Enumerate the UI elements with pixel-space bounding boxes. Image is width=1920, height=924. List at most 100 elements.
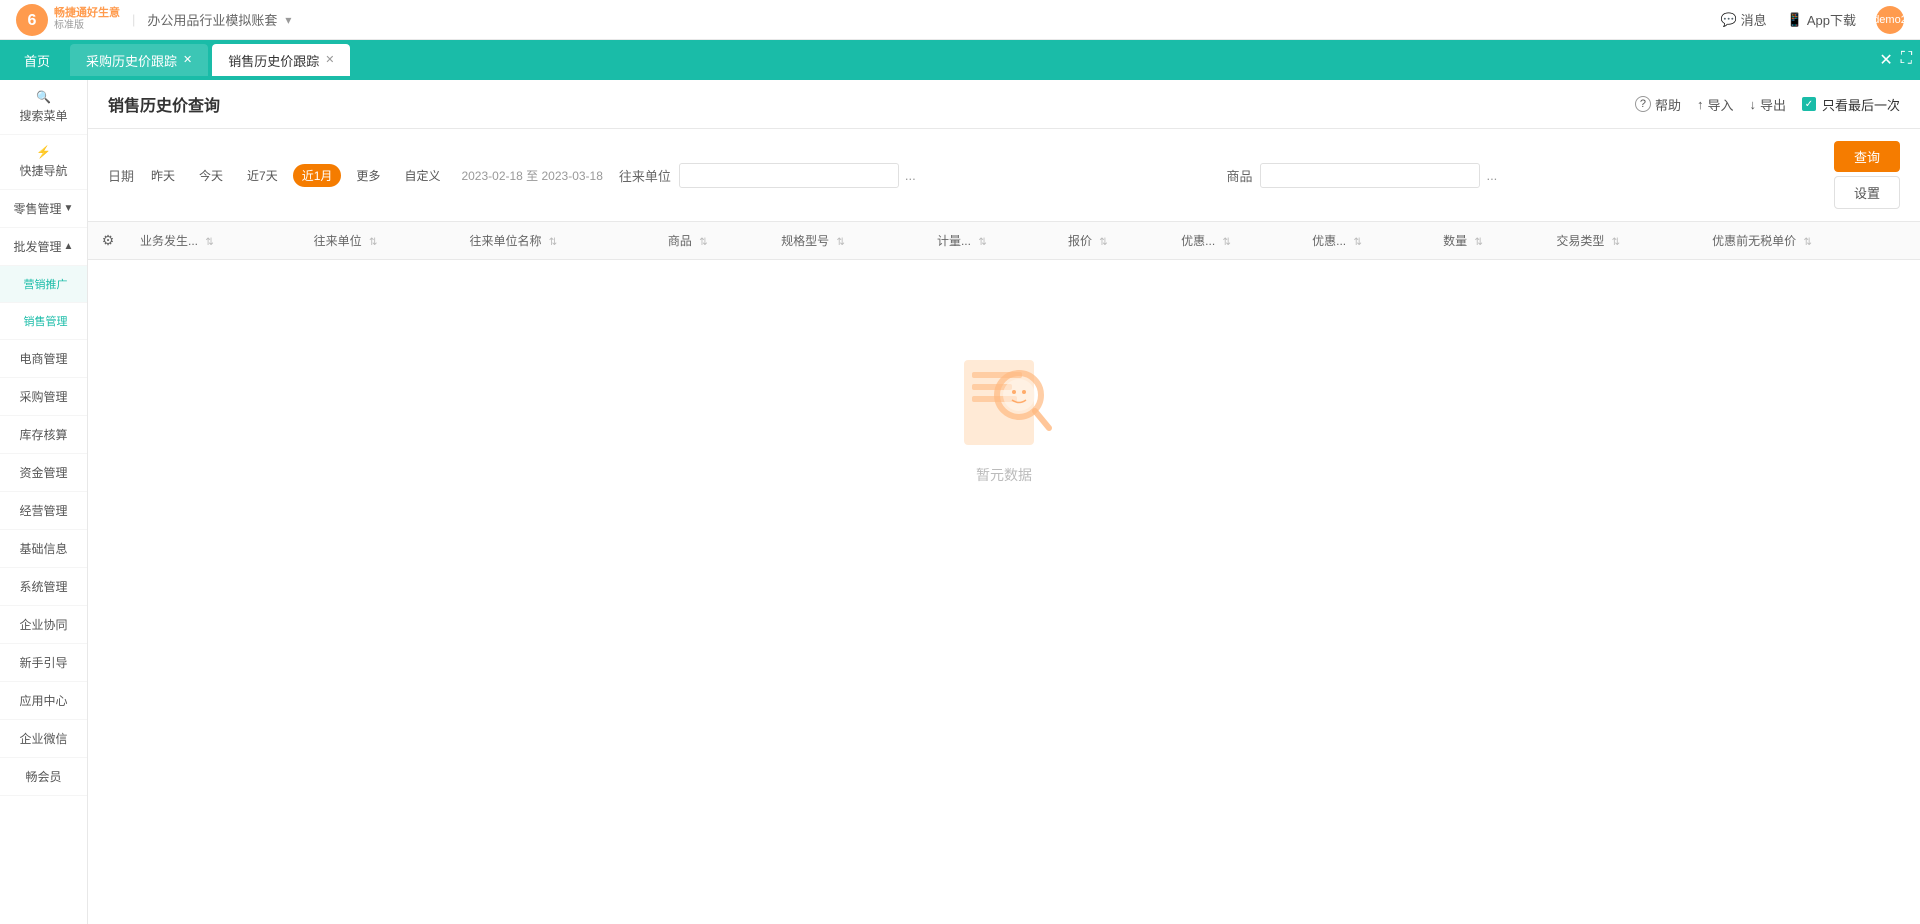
data-table: ⚙ 业务发生... ⇅ 往来单位 ⇅ 往来单位名称 ⇅ (88, 222, 1920, 565)
sort-discount2-icon: ⇅ (1353, 237, 1361, 248)
th-pre-tax[interactable]: 优惠前无税单价 ⇅ (1700, 222, 1920, 260)
logo-area: 6 畅捷通好生意 标准版 (16, 4, 120, 36)
wholesale-arrow-icon: ▲ (64, 241, 74, 252)
sidebar-item-enterprise[interactable]: 企业协同 (0, 606, 87, 644)
sort-customer-id-icon: ⇅ (369, 237, 377, 248)
import-button[interactable]: ↑ 导入 (1697, 95, 1734, 114)
sort-unit-icon: ⇅ (978, 237, 986, 248)
th-biz-date[interactable]: 业务发生... ⇅ (128, 222, 302, 260)
breadcrumb: 办公用品行业模拟账套 (147, 10, 277, 29)
help-button[interactable]: ? 帮助 (1635, 95, 1681, 114)
tab-purchase[interactable]: 采购历史价跟踪 ✕ (70, 44, 208, 76)
import-icon: ↑ (1697, 97, 1704, 112)
sort-customer-name-icon: ⇅ (549, 237, 557, 248)
message-action[interactable]: 💬 消息 (1720, 10, 1766, 29)
sidebar-item-sales-mgmt[interactable]: 销售管理 (0, 303, 87, 340)
product-input[interactable] (1260, 163, 1480, 188)
sidebar-item-finance[interactable]: 资金管理 (0, 454, 87, 492)
sidebar-item-app-center[interactable]: 应用中心 (0, 682, 87, 720)
maximize-icon[interactable]: ⛶ (1901, 50, 1912, 70)
page-title-row: 销售历史价查询 ? 帮助 ↑ 导入 ↓ 导出 (108, 92, 1900, 116)
customer-dots-icon[interactable]: ... (899, 168, 922, 183)
product-dots-icon[interactable]: ... (1480, 168, 1503, 183)
th-gear[interactable]: ⚙ (88, 222, 128, 260)
th-quantity[interactable]: 数量 ⇅ (1431, 222, 1544, 260)
th-customer-id[interactable]: 往来单位 ⇅ (302, 222, 458, 260)
app-name: 畅捷通好生意 标准版 (54, 7, 120, 32)
tab-bar: 首页 采购历史价跟踪 ✕ 销售历史价跟踪 ✕ ✕ ⛶ (0, 40, 1920, 80)
sidebar-item-ecommerce[interactable]: 电商管理 (0, 340, 87, 378)
date-btn-1month[interactable]: 近1月 (293, 164, 342, 187)
sort-biz-date-icon: ⇅ (205, 237, 213, 248)
tab-purchase-label: 采购历史价跟踪 (86, 51, 177, 70)
page-header: 销售历史价查询 ? 帮助 ↑ 导入 ↓ 导出 (88, 80, 1920, 129)
th-product[interactable]: 商品 ⇅ (656, 222, 769, 260)
sidebar-item-shortcuts[interactable]: ⚡ 快捷导航 (0, 135, 87, 190)
close-window-icon[interactable]: ✕ (1879, 50, 1892, 70)
export-button[interactable]: ↓ 导出 (1749, 95, 1786, 114)
empty-text: 暂元数据 (976, 465, 1032, 485)
only-last-checkbox-wrap[interactable]: ✓ 只看最后一次 (1802, 95, 1900, 114)
empty-row: 暂元数据 (88, 260, 1920, 566)
help-icon: ? (1635, 96, 1651, 112)
filter-row: 日期 昨天 今天 近7天 近1月 更多 自定义 2023-02-18 至 202… (88, 129, 1920, 222)
check-icon: ✓ (1805, 99, 1813, 110)
date-btn-custom[interactable]: 自定义 (395, 164, 449, 187)
tab-purchase-close-icon[interactable]: ✕ (183, 55, 192, 66)
tab-sales-close-icon[interactable]: ✕ (325, 55, 334, 66)
sidebar-item-search[interactable]: 🔍 搜索菜单 (0, 80, 87, 135)
header-left: 6 畅捷通好生意 标准版 | 办公用品行业模拟账套 ▾ (16, 4, 291, 36)
sidebar-item-operations[interactable]: 经营管理 (0, 492, 87, 530)
page-title: 销售历史价查询 (108, 92, 220, 116)
sidebar-item-inventory[interactable]: 库存核算 (0, 416, 87, 454)
tab-home[interactable]: 首页 (8, 44, 66, 76)
customer-input[interactable] (679, 163, 899, 188)
date-btn-7days[interactable]: 近7天 (238, 164, 287, 187)
th-discount2[interactable]: 优惠... ⇅ (1300, 222, 1431, 260)
settings-button[interactable]: 设置 (1834, 176, 1900, 209)
sidebar-item-marketing[interactable]: 营销推广 (0, 266, 87, 303)
sidebar: 🔍 搜索菜单 ⚡ 快捷导航 零售管理 ▼ 批发管理 ▲ 营销推广 销售管理 电商… (0, 80, 88, 924)
export-icon: ↓ (1749, 97, 1756, 112)
sidebar-item-guide[interactable]: 新手引导 (0, 644, 87, 682)
product-label: 商品 (1226, 166, 1252, 185)
sidebar-item-basic[interactable]: 基础信息 (0, 530, 87, 568)
tab-sales[interactable]: 销售历史价跟踪 ✕ (212, 44, 350, 76)
table-body: 暂元数据 (88, 260, 1920, 566)
date-btn-more[interactable]: 更多 (347, 164, 389, 187)
sidebar-item-retail[interactable]: 零售管理 ▼ (0, 190, 87, 228)
sort-product-icon: ⇅ (699, 237, 707, 248)
content-area: 销售历史价查询 ? 帮助 ↑ 导入 ↓ 导出 (88, 80, 1920, 924)
query-button[interactable]: 查询 (1834, 141, 1900, 172)
sidebar-item-member[interactable]: 畅会员 (0, 758, 87, 796)
header-right: 💬 消息 📱 App下载 demo2 (1720, 6, 1904, 34)
app-download-action[interactable]: 📱 App下载 (1787, 10, 1856, 29)
date-options: 昨天 今天 近7天 近1月 更多 自定义 (142, 164, 449, 187)
sidebar-item-wholesale[interactable]: 批发管理 ▲ (0, 228, 87, 266)
th-customer-name[interactable]: 往来单位名称 ⇅ (457, 222, 655, 260)
message-icon: 💬 (1720, 12, 1736, 28)
product-filter-group: 商品 ... (1226, 163, 1818, 188)
gear-icon[interactable]: ⚙ (102, 232, 115, 248)
sort-spec-icon: ⇅ (836, 237, 844, 248)
th-unit[interactable]: 计量... ⇅ (925, 222, 1056, 260)
date-range-display: 2023-02-18 至 2023-03-18 (461, 167, 602, 184)
sidebar-item-wechat[interactable]: 企业微信 (0, 720, 87, 758)
table-wrap: ⚙ 业务发生... ⇅ 往来单位 ⇅ 往来单位名称 ⇅ (88, 222, 1920, 924)
th-price[interactable]: 报价 ⇅ (1056, 222, 1169, 260)
th-trade-type[interactable]: 交易类型 ⇅ (1544, 222, 1700, 260)
user-profile[interactable]: demo2 (1876, 6, 1904, 34)
date-btn-today[interactable]: 今天 (190, 164, 232, 187)
date-btn-yesterday[interactable]: 昨天 (142, 164, 184, 187)
sort-quantity-icon: ⇅ (1474, 237, 1482, 248)
sidebar-item-system[interactable]: 系统管理 (0, 568, 87, 606)
th-discount1[interactable]: 优惠... ⇅ (1169, 222, 1300, 260)
app-logo-icon: 6 (16, 4, 48, 36)
only-last-checkbox[interactable]: ✓ (1802, 97, 1816, 111)
breadcrumb-dropdown-icon[interactable]: ▾ (285, 13, 291, 27)
customer-filter-group: 往来单位 ... (619, 163, 1211, 188)
th-spec[interactable]: 规格型号 ⇅ (769, 222, 925, 260)
sidebar-item-purchase[interactable]: 采购管理 (0, 378, 87, 416)
main-layout: 🔍 搜索菜单 ⚡ 快捷导航 零售管理 ▼ 批发管理 ▲ 营销推广 销售管理 电商… (0, 80, 1920, 924)
table-header: ⚙ 业务发生... ⇅ 往来单位 ⇅ 往来单位名称 ⇅ (88, 222, 1920, 260)
